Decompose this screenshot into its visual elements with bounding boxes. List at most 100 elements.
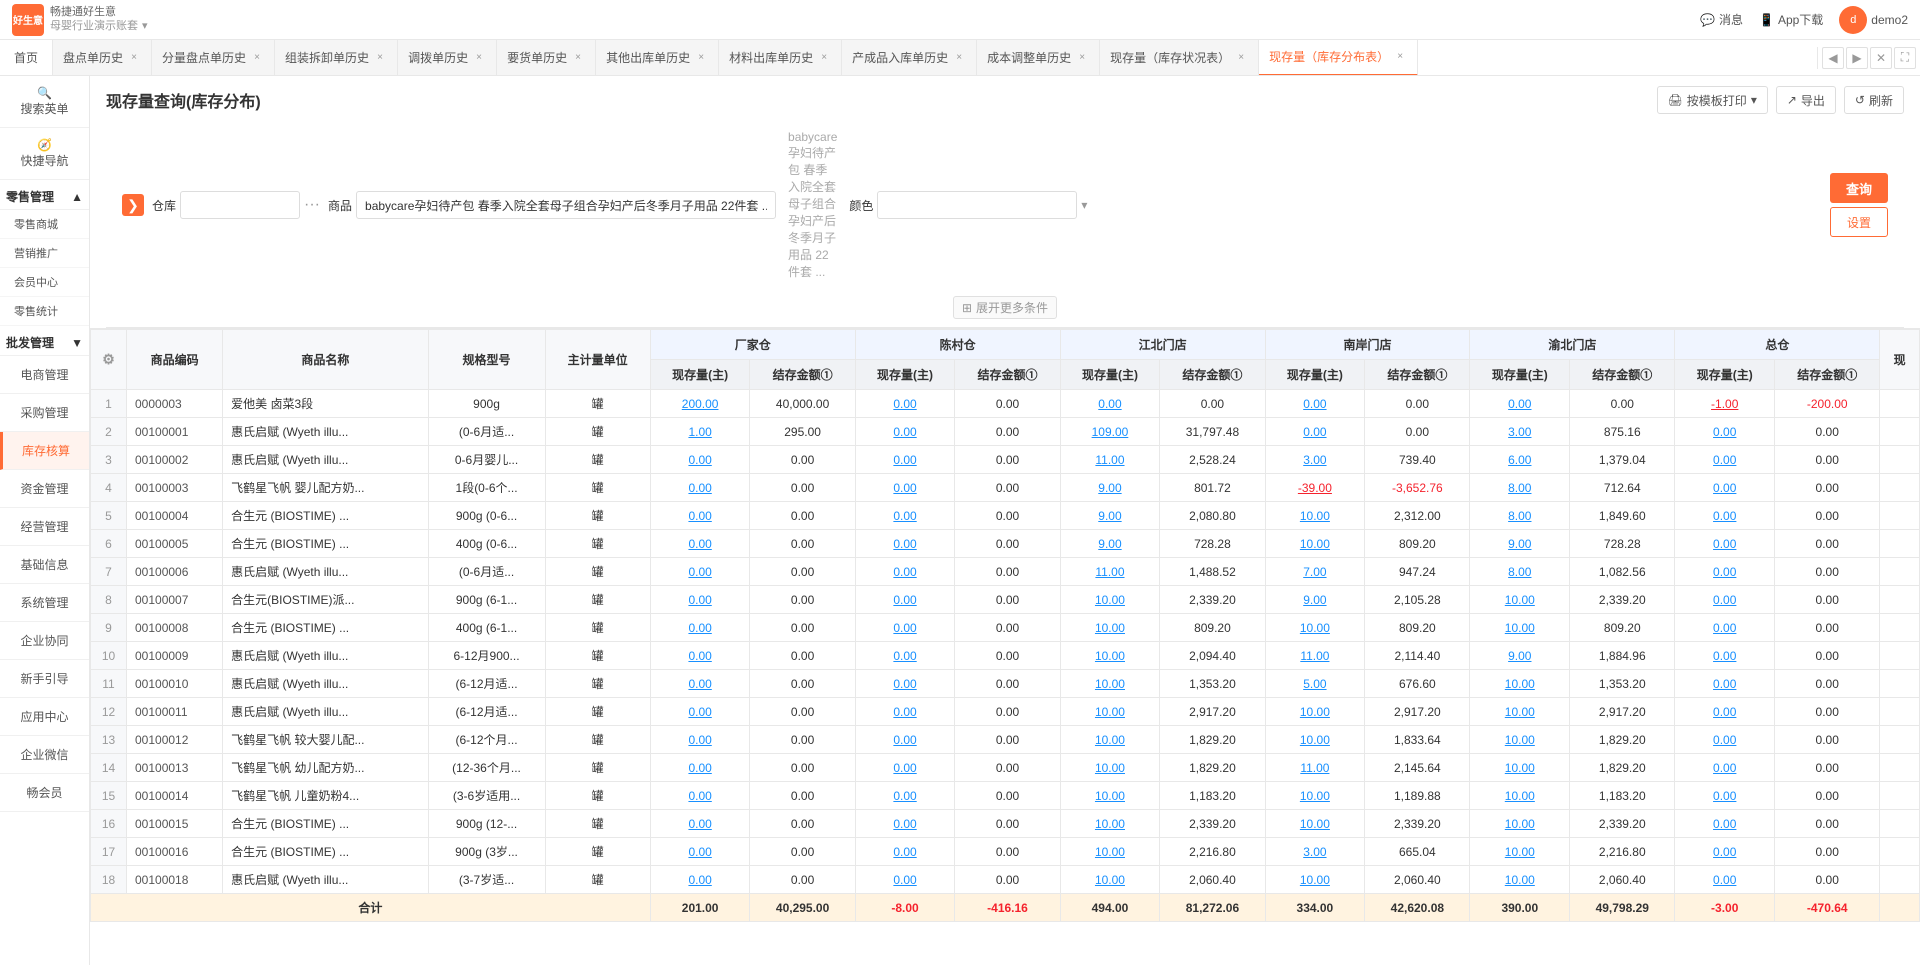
print-btn[interactable]: 🖨 按模板打印 ▾	[1657, 86, 1768, 114]
row-v-stock[interactable]: 0.00	[855, 530, 955, 558]
row-yb-stock[interactable]: 10.00	[1470, 670, 1570, 698]
row-t-stock[interactable]: 0.00	[1675, 446, 1775, 474]
tab-close-all-btn[interactable]: ✕	[1870, 47, 1892, 69]
row-t-stock[interactable]: 0.00	[1675, 530, 1775, 558]
sidebar-item-retail-shop[interactable]: 零售商城	[0, 210, 89, 239]
row-v-stock[interactable]: 0.00	[855, 670, 955, 698]
row-t-stock[interactable]: 0.00	[1675, 866, 1775, 894]
row-na-stock[interactable]: 10.00	[1265, 530, 1365, 558]
row-v-stock[interactable]: 0.00	[855, 754, 955, 782]
color-dropdown-icon[interactable]: ▾	[1081, 198, 1087, 212]
row-v-stock[interactable]: 0.00	[855, 810, 955, 838]
row-na-stock[interactable]: 10.00	[1265, 502, 1365, 530]
settings-icon[interactable]: ⚙	[102, 351, 115, 367]
row-yb-stock[interactable]: 3.00	[1470, 418, 1570, 446]
row-f-stock[interactable]: 1.00	[650, 418, 750, 446]
row-f-stock[interactable]: 0.00	[650, 670, 750, 698]
row-na-stock[interactable]: 5.00	[1265, 670, 1365, 698]
sidebar-item-guide[interactable]: 新手引导	[0, 660, 89, 698]
row-v-stock[interactable]: 0.00	[855, 586, 955, 614]
tab-close-xiancunl-k[interactable]: ×	[1234, 51, 1248, 65]
tab-home[interactable]: 首页	[0, 40, 53, 76]
row-t-stock[interactable]: 0.00	[1675, 474, 1775, 502]
row-f-stock[interactable]: 0.00	[650, 754, 750, 782]
sidebar-item-weixin[interactable]: 企业微信	[0, 736, 89, 774]
row-yb-stock[interactable]: 9.00	[1470, 530, 1570, 558]
row-na-stock[interactable]: 9.00	[1265, 586, 1365, 614]
th-settings[interactable]: ⚙	[91, 330, 127, 390]
row-na-stock[interactable]: 3.00	[1265, 838, 1365, 866]
sidebar-item-ecom[interactable]: 电商管理	[0, 356, 89, 394]
tab-close-fenpandian[interactable]: ×	[250, 51, 264, 65]
row-na-stock[interactable]: 7.00	[1265, 558, 1365, 586]
row-jb-stock[interactable]: 10.00	[1060, 586, 1160, 614]
row-jb-stock[interactable]: 10.00	[1060, 726, 1160, 754]
table-container[interactable]: ⚙ 商品编码 商品名称 规格型号 主计量单位 厂家仓 陈村仓 江北门店 南岸门店…	[90, 329, 1920, 965]
row-v-stock[interactable]: 0.00	[855, 390, 955, 418]
row-v-stock[interactable]: 0.00	[855, 698, 955, 726]
goods-input[interactable]	[356, 191, 776, 219]
tab-close-chancheng[interactable]: ×	[952, 51, 966, 65]
row-jb-stock[interactable]: 10.00	[1060, 754, 1160, 782]
filter-toggle-btn[interactable]: ❯	[122, 194, 144, 216]
row-v-stock[interactable]: 0.00	[855, 502, 955, 530]
row-na-stock[interactable]: 10.00	[1265, 866, 1365, 894]
row-jb-stock[interactable]: 10.00	[1060, 810, 1160, 838]
tab-expand-btn[interactable]: ⛶	[1894, 47, 1916, 69]
row-yb-stock[interactable]: 10.00	[1470, 866, 1570, 894]
row-jb-stock[interactable]: 10.00	[1060, 782, 1160, 810]
row-na-stock[interactable]: 0.00	[1265, 418, 1365, 446]
sidebar-group-retail[interactable]: 零售管理 ▲	[0, 180, 89, 210]
row-na-stock[interactable]: 10.00	[1265, 810, 1365, 838]
row-yb-stock[interactable]: 10.00	[1470, 586, 1570, 614]
warehouse-input[interactable]	[180, 191, 300, 219]
color-input[interactable]	[877, 191, 1077, 219]
row-jb-stock[interactable]: 9.00	[1060, 502, 1160, 530]
row-t-stock[interactable]: 0.00	[1675, 502, 1775, 530]
row-jb-stock[interactable]: 10.00	[1060, 642, 1160, 670]
sidebar-item-system[interactable]: 系统管理	[0, 584, 89, 622]
row-f-stock[interactable]: 0.00	[650, 642, 750, 670]
row-v-stock[interactable]: 0.00	[855, 642, 955, 670]
row-yb-stock[interactable]: 10.00	[1470, 698, 1570, 726]
row-f-stock[interactable]: 0.00	[650, 726, 750, 754]
row-t-stock[interactable]: 0.00	[1675, 670, 1775, 698]
row-t-stock[interactable]: 0.00	[1675, 810, 1775, 838]
row-yb-stock[interactable]: 10.00	[1470, 810, 1570, 838]
tab-fenpandian[interactable]: 分量盘点单历史 ×	[152, 40, 275, 76]
row-na-stock[interactable]: 10.00	[1265, 614, 1365, 642]
row-yb-stock[interactable]: 0.00	[1470, 390, 1570, 418]
sidebar-item-nav[interactable]: 🧭 快捷导航	[0, 128, 89, 180]
sidebar-item-apps[interactable]: 应用中心	[0, 698, 89, 736]
row-t-stock[interactable]: 0.00	[1675, 698, 1775, 726]
row-yb-stock[interactable]: 10.00	[1470, 838, 1570, 866]
expand-conditions-btn[interactable]: ⊞ 展开更多条件	[953, 296, 1057, 319]
tab-close-cailiao[interactable]: ×	[817, 51, 831, 65]
row-jb-stock[interactable]: 10.00	[1060, 670, 1160, 698]
row-yb-stock[interactable]: 10.00	[1470, 754, 1570, 782]
row-t-stock[interactable]: 0.00	[1675, 782, 1775, 810]
row-v-stock[interactable]: 0.00	[855, 782, 955, 810]
row-f-stock[interactable]: 0.00	[650, 586, 750, 614]
row-jb-stock[interactable]: 109.00	[1060, 418, 1160, 446]
row-yb-stock[interactable]: 10.00	[1470, 614, 1570, 642]
row-jb-stock[interactable]: 10.00	[1060, 614, 1160, 642]
sidebar-item-search[interactable]: 🔍 搜索英单	[0, 76, 89, 128]
tab-qtachu[interactable]: 其他出库单历史 ×	[596, 40, 719, 76]
row-v-stock[interactable]: 0.00	[855, 558, 955, 586]
row-jb-stock[interactable]: 10.00	[1060, 698, 1160, 726]
row-f-stock[interactable]: 0.00	[650, 530, 750, 558]
warehouse-dots[interactable]: ···	[304, 196, 320, 214]
row-jb-stock[interactable]: 0.00	[1060, 390, 1160, 418]
row-jb-stock[interactable]: 11.00	[1060, 558, 1160, 586]
sidebar-item-finance[interactable]: 资金管理	[0, 470, 89, 508]
row-v-stock[interactable]: 0.00	[855, 726, 955, 754]
tab-close-diaob[interactable]: ×	[472, 51, 486, 65]
row-jb-stock[interactable]: 10.00	[1060, 838, 1160, 866]
sidebar-item-operations[interactable]: 经营管理	[0, 508, 89, 546]
row-yb-stock[interactable]: 10.00	[1470, 782, 1570, 810]
row-t-stock[interactable]: 0.00	[1675, 586, 1775, 614]
dropdown-icon[interactable]: ▾	[142, 20, 148, 33]
row-t-stock[interactable]: 0.00	[1675, 614, 1775, 642]
sidebar-item-purchase[interactable]: 采购管理	[0, 394, 89, 432]
